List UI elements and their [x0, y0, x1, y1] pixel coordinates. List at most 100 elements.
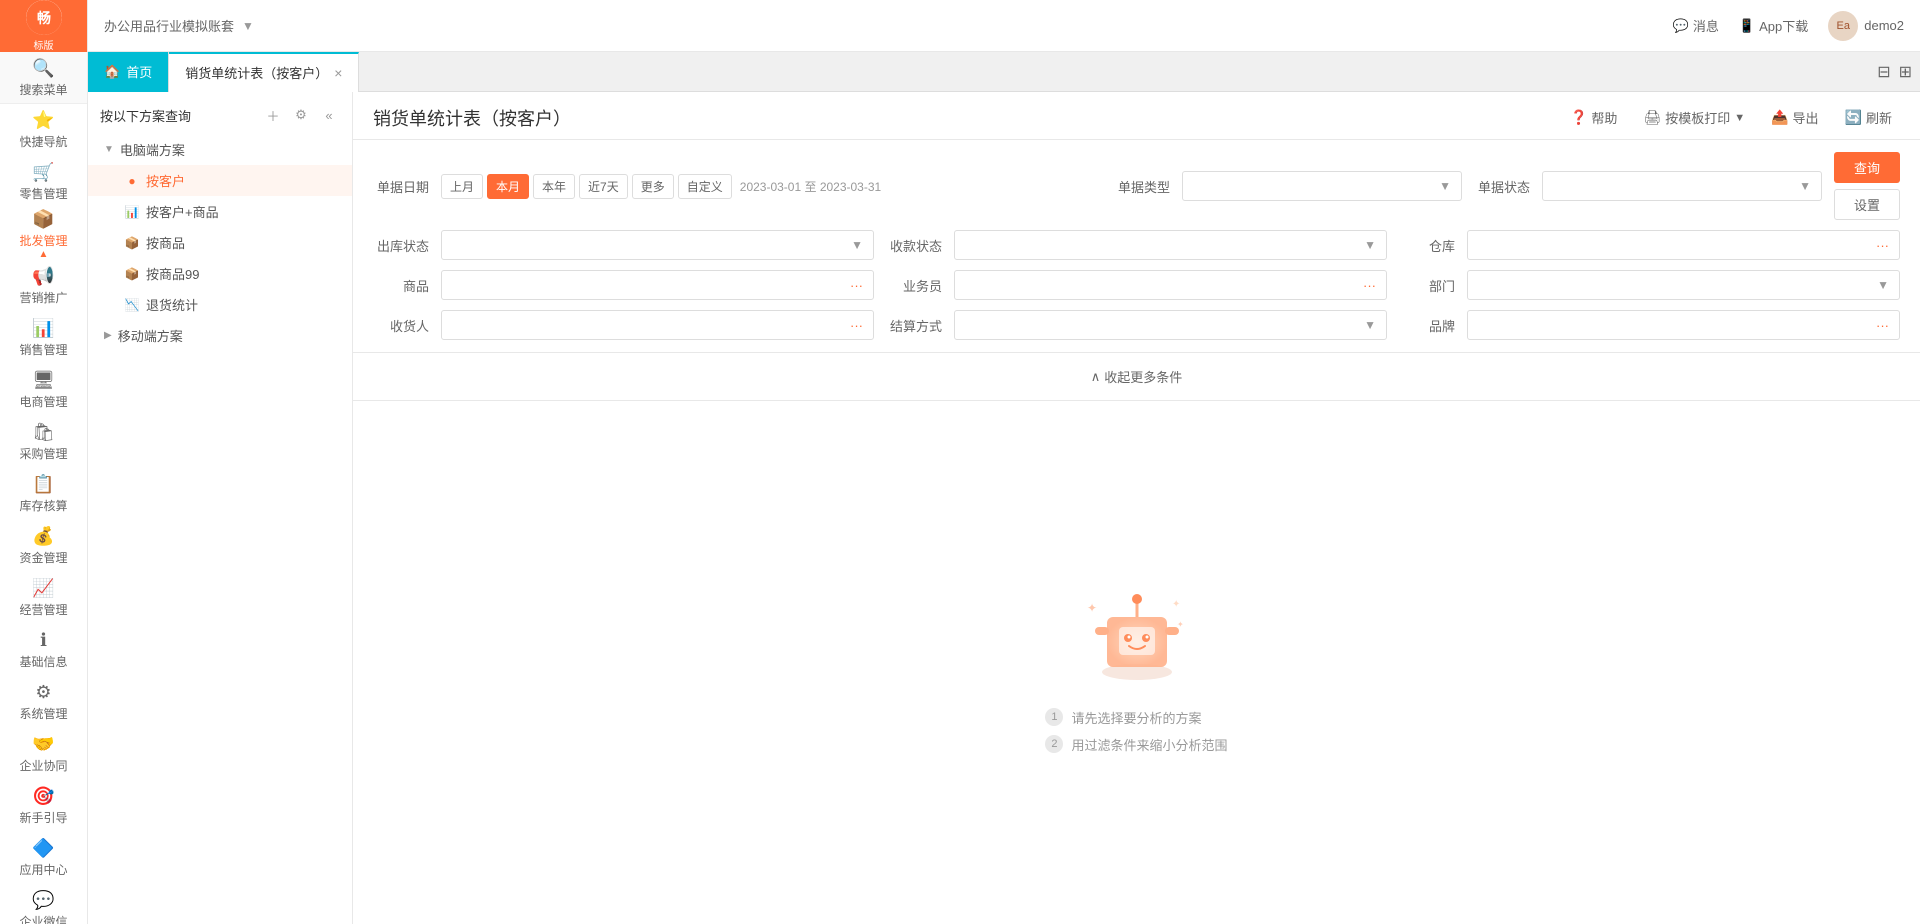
date-btn-this-month[interactable]: 本月: [487, 174, 529, 199]
warehouse-select[interactable]: ···: [1467, 230, 1900, 260]
tab-home[interactable]: 🏠 首页: [88, 52, 169, 92]
tab-sales-stat[interactable]: 销货单统计表（按客户） ×: [169, 52, 359, 92]
date-btn-custom[interactable]: 自定义: [678, 174, 732, 199]
sidebar-item-sales-mgmt[interactable]: 📊 销售管理: [0, 312, 87, 364]
filter-row-4: 收货人 ··· 结算方式 ▼ 品牌 ···: [373, 310, 1900, 340]
recipient-select[interactable]: ···: [441, 310, 874, 340]
date-btn-more[interactable]: 更多: [632, 174, 674, 199]
sidebar-item-sys-mgmt[interactable]: ⚙ 系统管理: [0, 676, 87, 728]
empty-state: ✦ ✦ ✦ 1 请先选择要分析的方案 2 用过滤条件来缩小分析范围: [353, 401, 1920, 924]
sidebar-item-marketing[interactable]: 📢 营销推广: [0, 260, 87, 312]
info-icon: ℹ: [40, 630, 47, 651]
message-action[interactable]: 💬 消息: [1673, 16, 1719, 35]
tree-item-by-customer-goods[interactable]: 📊 按客户+商品: [88, 196, 352, 227]
collection-status-select[interactable]: ▼: [954, 230, 1387, 260]
page-actions: ❓ 帮助 🖨 按模板打印 ▼ 📤 导出 🔄 刷新: [1562, 104, 1900, 131]
topbar-right: 💬 消息 📱 App下载 Ea demo2: [1673, 11, 1904, 41]
wechat-icon: 💬: [32, 890, 54, 911]
date-range-display: 2023-03-01 至 2023-03-31: [740, 178, 881, 195]
date-btn-last-month[interactable]: 上月: [441, 174, 483, 199]
sidebar-item-retail-mgmt[interactable]: 🛒 零售管理: [0, 156, 87, 208]
date-btn-this-year[interactable]: 本年: [533, 174, 575, 199]
retail-icon: 🛒: [32, 162, 54, 183]
sidebar-item-app-center[interactable]: 🔷 应用中心: [0, 832, 87, 884]
tree-item-return-stat[interactable]: 📉 退货统计: [88, 289, 352, 320]
sidebar-item-new-guide[interactable]: 🎯 新手引导: [0, 780, 87, 832]
chevron-down-icon: ▼: [1799, 179, 1811, 193]
page-header: 销货单统计表（按客户） ❓ 帮助 🖨 按模板打印 ▼ 📤 导出: [353, 92, 1920, 140]
sidebar-item-basic-info[interactable]: ℹ 基础信息: [0, 624, 87, 676]
setting-button[interactable]: 设置: [1834, 189, 1900, 220]
chart-icon: 📊: [124, 204, 140, 220]
date-label: 单据日期: [373, 177, 429, 196]
tree-item-by-goods[interactable]: 📦 按商品: [88, 227, 352, 258]
chevron-down-icon: ▼: [1439, 179, 1451, 193]
brand-select[interactable]: ···: [1467, 310, 1900, 340]
sidebar-item-finance[interactable]: 💰 资金管理: [0, 520, 87, 572]
refresh-btn[interactable]: 🔄 刷新: [1837, 104, 1900, 131]
refresh-label: 刷新: [1866, 108, 1892, 127]
tip-text-1: 请先选择要分析的方案: [1071, 708, 1201, 727]
main-area: 办公用品行业模拟账套 ▼ 💬 消息 📱 App下载 Ea demo2 🏠 首页: [88, 0, 1920, 924]
sidebar-item-enterprise[interactable]: 🤝 企业协同: [0, 728, 87, 780]
app-download-action[interactable]: 📱 App下载: [1739, 16, 1808, 35]
topbar-dropdown-icon[interactable]: ▼: [242, 19, 254, 33]
settings-icon: ⚙: [35, 682, 51, 703]
query-button[interactable]: 查询: [1834, 152, 1900, 183]
sidebar-item-ecom-mgmt[interactable]: 🖥 电商管理: [0, 364, 87, 416]
sidebar-item-purchase-mgmt[interactable]: 🛍 采购管理: [0, 416, 87, 468]
empty-illustration: ✦ ✦ ✦: [1077, 572, 1197, 692]
salesperson-select[interactable]: ···: [954, 270, 1387, 300]
warehouse-label: 仓库: [1399, 236, 1455, 255]
tree-mobile-scheme[interactable]: ▶ 移动端方案: [88, 320, 352, 351]
collapse-btn[interactable]: ∧ 收起更多条件: [1075, 361, 1199, 392]
department-label: 部门: [1399, 276, 1455, 295]
sidebar-item-wholesale-mgmt[interactable]: 📦 批发管理 ▲: [0, 208, 87, 260]
chevron-down-icon: ▼: [1877, 278, 1889, 292]
doc-type-select[interactable]: ▼: [1182, 171, 1462, 201]
print-dropdown-icon[interactable]: ▼: [1734, 112, 1745, 124]
user-menu[interactable]: Ea demo2: [1828, 11, 1904, 41]
left-panel-header: 按以下方案查询 ＋ ⚙ «: [88, 92, 352, 134]
doc-status-select[interactable]: ▼: [1542, 171, 1822, 201]
dots-icon: ···: [850, 318, 863, 333]
svg-text:畅: 畅: [37, 10, 51, 26]
star-icon: ⭐: [32, 110, 54, 131]
collapse-panel-btn[interactable]: «: [318, 104, 340, 126]
sidebar-item-quick-nav[interactable]: ⭐ 快捷导航: [0, 104, 87, 156]
help-btn[interactable]: ❓ 帮助: [1562, 104, 1625, 131]
tree-item-by-goods99[interactable]: 📦 按商品99: [88, 258, 352, 289]
out-status-select[interactable]: ▼: [441, 230, 874, 260]
date-btn-last7[interactable]: 近7天: [579, 174, 628, 199]
sidebar-item-biz-mgmt[interactable]: 📈 经营管理: [0, 572, 87, 624]
tree-item-label: 按客户+商品: [146, 202, 219, 221]
empty-tip-2: 2 用过滤条件来缩小分析范围: [1045, 735, 1227, 754]
tab-maximize-btn[interactable]: ⊞: [1899, 62, 1912, 82]
tree-desktop-scheme[interactable]: ▼ 电脑端方案: [88, 134, 352, 165]
tab-minimize-btn[interactable]: ⊟: [1877, 62, 1890, 82]
sidebar-item-inventory[interactable]: 📋 库存核算: [0, 468, 87, 520]
settings-scheme-btn[interactable]: ⚙: [290, 104, 312, 126]
goods-icon: 📦: [124, 235, 140, 251]
svg-text:✦: ✦: [1087, 601, 1097, 615]
app-logo[interactable]: 畅 标版: [0, 0, 87, 52]
sidebar-item-enterprise-wechat[interactable]: 💬 企业微信: [0, 884, 87, 924]
department-select[interactable]: ▼: [1467, 270, 1900, 300]
empty-tip-1: 1 请先选择要分析的方案: [1045, 708, 1227, 727]
tab-close-icon[interactable]: ×: [334, 66, 342, 80]
settlement-select[interactable]: ▼: [954, 310, 1387, 340]
sidebar-item-search-menu[interactable]: 🔍 搜索菜单: [0, 52, 87, 104]
sidebar-item-label: 采购管理: [19, 445, 67, 462]
export-btn[interactable]: 📤 导出: [1763, 104, 1826, 131]
sidebar-item-label: 经营管理: [19, 601, 67, 618]
topbar-left: 办公用品行业模拟账套 ▼: [104, 16, 254, 35]
goods-select[interactable]: ···: [441, 270, 874, 300]
sidebar-item-label: 零售管理: [19, 185, 67, 202]
tree-item-by-customer[interactable]: ● 按客户: [88, 165, 352, 196]
sidebar-item-label: 企业协同: [19, 757, 67, 774]
dots-icon: ···: [1876, 318, 1889, 333]
recipient-label: 收货人: [373, 316, 429, 335]
add-scheme-btn[interactable]: ＋: [262, 104, 284, 126]
left-panel: 按以下方案查询 ＋ ⚙ « ▼ 电脑端方案 ● 按客户 📊 按客户+商品: [88, 92, 353, 924]
template-print-btn[interactable]: 🖨 按模板打印 ▼: [1635, 104, 1753, 131]
